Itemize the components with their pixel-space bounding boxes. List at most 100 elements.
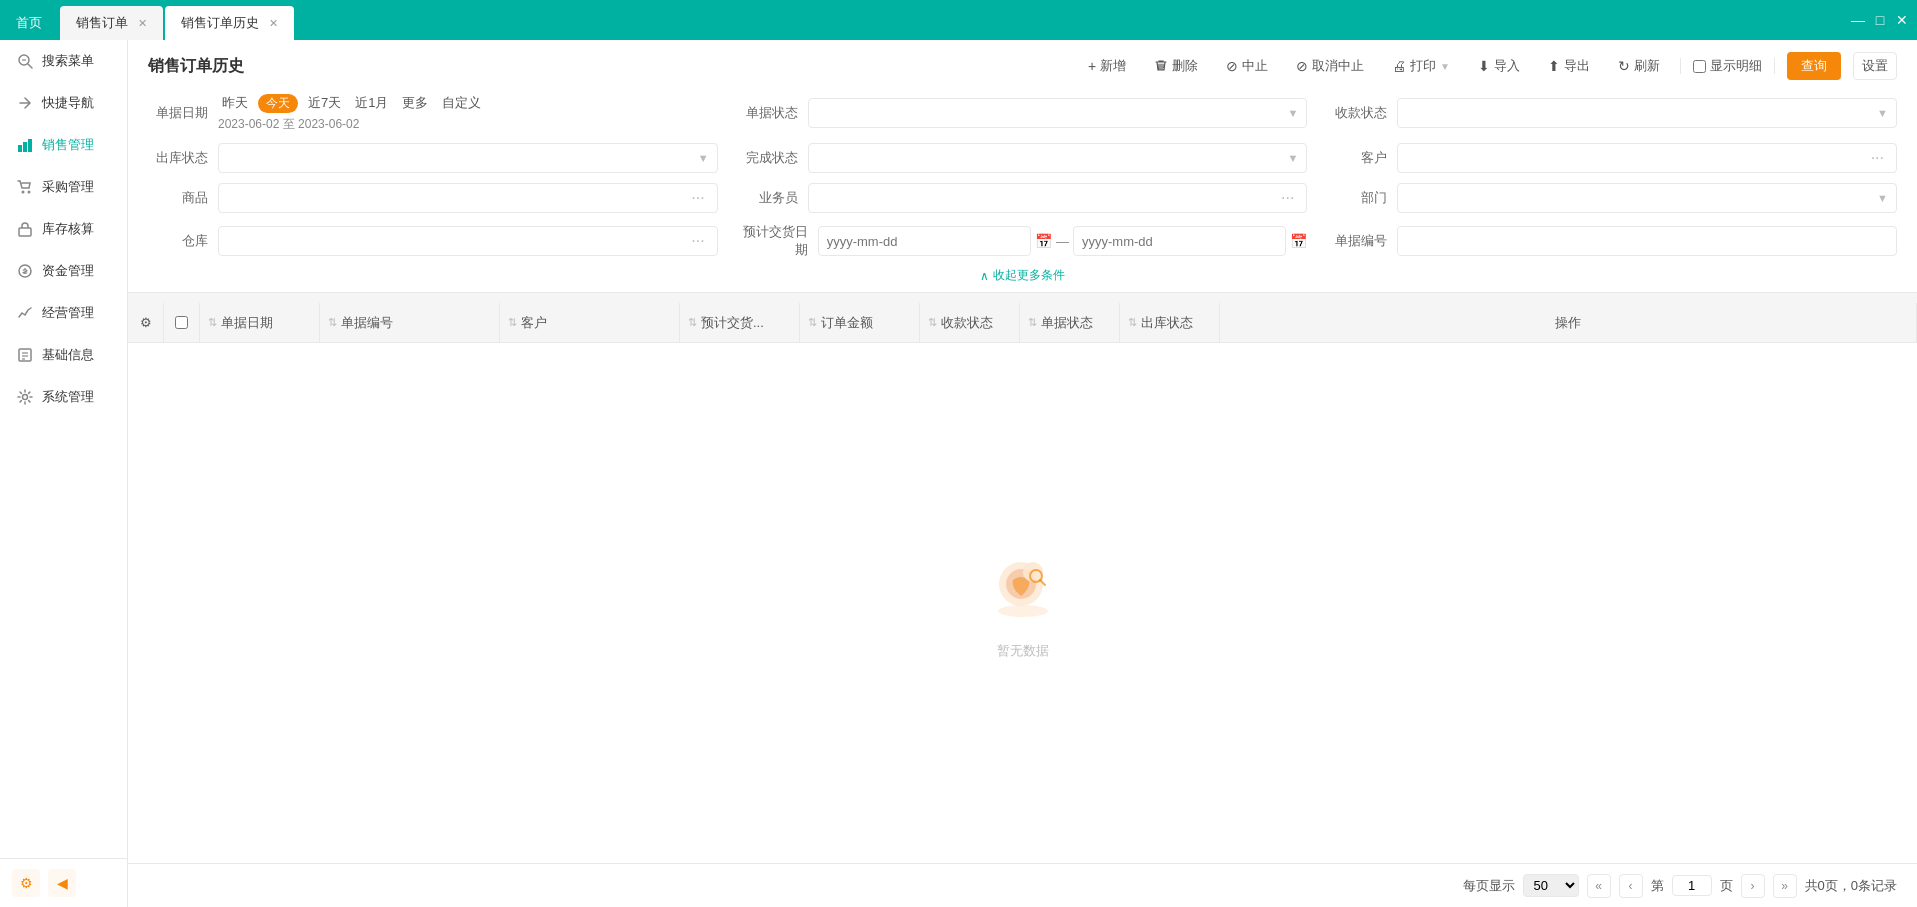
prev-page-btn[interactable]: ‹ bbox=[1619, 874, 1643, 898]
maximize-btn[interactable]: □ bbox=[1873, 13, 1887, 27]
page-header: 销售订单历史 + 新增 删除 ⊘ 中止 bbox=[128, 40, 1917, 293]
sidebar-item-basic-info[interactable]: 基础信息 bbox=[0, 334, 127, 376]
sidebar-label-finance: 资金管理 bbox=[42, 262, 94, 280]
first-page-btn[interactable]: « bbox=[1587, 874, 1611, 898]
filter-out-status-control[interactable]: ▼ bbox=[218, 143, 718, 173]
sort-icon-cust: ⇅ bbox=[508, 316, 517, 329]
sidebar-item-search-menu[interactable]: 搜索菜单 bbox=[0, 40, 127, 82]
collapse-row[interactable]: ∧ 收起更多条件 bbox=[148, 263, 1897, 292]
svg-point-9 bbox=[19, 265, 31, 277]
th-pay-status[interactable]: ⇅ 收款状态 bbox=[920, 303, 1020, 342]
delivery-date-start-input[interactable] bbox=[818, 226, 1031, 256]
th-out-status[interactable]: ⇅ 出库状态 bbox=[1120, 303, 1220, 342]
th-amount[interactable]: ⇅ 订单金额 bbox=[800, 303, 920, 342]
filter-pay-status-control[interactable]: ▼ bbox=[1397, 98, 1897, 128]
filter-order-num-control[interactable] bbox=[1397, 226, 1897, 256]
sidebar-settings-btn[interactable]: ⚙ bbox=[12, 869, 40, 897]
date-opt-1month[interactable]: 近1月 bbox=[351, 92, 392, 114]
filter-out-status-arrow-icon: ▼ bbox=[698, 152, 709, 164]
toolbar-cancel-stop-btn[interactable]: ⊘ 取消中止 bbox=[1288, 53, 1372, 79]
sidebar-label-sales-mgmt: 销售管理 bbox=[42, 136, 94, 154]
filter-row-1: 单据日期 昨天 今天 近7天 近1月 更多 自定义 2023-06-02 至 2… bbox=[148, 92, 1897, 133]
sidebar-collapse-btn[interactable]: ◀ bbox=[48, 869, 76, 897]
last-page-btn[interactable]: » bbox=[1773, 874, 1797, 898]
filter-warehouse-label: 仓库 bbox=[148, 232, 218, 250]
toolbar-delete-btn[interactable]: 删除 bbox=[1146, 53, 1206, 79]
filter-completion-control[interactable]: ▼ bbox=[808, 143, 1308, 173]
date-opt-today[interactable]: 今天 bbox=[258, 94, 298, 113]
show-details-checkbox[interactable] bbox=[1693, 60, 1706, 73]
sys-admin-icon bbox=[16, 388, 34, 406]
toolbar-print-btn[interactable]: 🖨 打印 ▼ bbox=[1384, 53, 1458, 79]
tab-sales-order-history-close[interactable]: ✕ bbox=[269, 17, 278, 30]
purchase-mgmt-icon bbox=[16, 178, 34, 196]
filter-row-2: 出库状态 ▼ 完成状态 ▼ 客户 bbox=[148, 143, 1897, 173]
sidebar-item-purchase-mgmt[interactable]: 采购管理 bbox=[0, 166, 127, 208]
tab-home[interactable]: 首页 bbox=[0, 6, 58, 40]
next-page-btn[interactable]: › bbox=[1741, 874, 1765, 898]
th-checkbox[interactable] bbox=[164, 303, 200, 342]
date-opt-7days[interactable]: 近7天 bbox=[304, 92, 345, 114]
toolbar-refresh-btn[interactable]: ↻ 刷新 bbox=[1610, 53, 1668, 79]
toolbar-export-btn[interactable]: ⬆ 导出 bbox=[1540, 53, 1598, 79]
filter-sales-rep-label: 业务员 bbox=[738, 189, 808, 207]
calendar-end-icon[interactable]: 📅 bbox=[1290, 233, 1307, 249]
table-footer: 每页显示 50 10 20 100 « ‹ 第 页 › bbox=[128, 863, 1917, 907]
page-title: 销售订单历史 bbox=[148, 56, 1080, 77]
settings-btn[interactable]: 设置 bbox=[1853, 52, 1897, 80]
th-customer[interactable]: ⇅ 客户 bbox=[500, 303, 680, 342]
filter-customer-control[interactable]: ··· bbox=[1397, 143, 1897, 173]
filter-group-delivery-date: 预计交货日期 📅 — 📅 bbox=[738, 223, 1308, 259]
filter-order-status-arrow-icon: ▼ bbox=[1287, 107, 1298, 119]
tab-sales-order-close[interactable]: ✕ bbox=[138, 17, 147, 30]
th-operation: 操作 bbox=[1220, 303, 1917, 342]
toolbar-import-btn[interactable]: ⬇ 导入 bbox=[1470, 53, 1528, 79]
sidebar-item-inventory[interactable]: 库存核算 bbox=[0, 208, 127, 250]
toolbar-add-btn[interactable]: + 新增 bbox=[1080, 53, 1134, 79]
show-details-checkbox-label[interactable]: 显示明细 bbox=[1693, 57, 1762, 75]
page-number-input[interactable] bbox=[1672, 875, 1712, 896]
filter-sales-rep-control[interactable]: ··· bbox=[808, 183, 1308, 213]
close-btn[interactable]: ✕ bbox=[1895, 13, 1909, 27]
delete-icon bbox=[1154, 58, 1168, 75]
page-size-select[interactable]: 50 10 20 100 bbox=[1523, 874, 1579, 897]
next-page-icon: › bbox=[1751, 879, 1755, 893]
filter-order-status-control[interactable]: ▼ bbox=[808, 98, 1308, 128]
th-delivery[interactable]: ⇅ 预计交货... bbox=[680, 303, 800, 342]
th-number[interactable]: ⇅ 单据编号 bbox=[320, 303, 500, 342]
tab-sales-order[interactable]: 销售订单 ✕ bbox=[60, 6, 163, 40]
date-opt-yesterday[interactable]: 昨天 bbox=[218, 92, 252, 114]
sidebar-label-inventory: 库存核算 bbox=[42, 220, 94, 238]
filter-group-product: 商品 ··· bbox=[148, 183, 718, 213]
sidebar-label-sys-admin: 系统管理 bbox=[42, 388, 94, 406]
query-btn[interactable]: 查询 bbox=[1787, 52, 1841, 80]
filter-group-order-status: 单据状态 ▼ bbox=[738, 92, 1308, 133]
delivery-date-end-input[interactable] bbox=[1073, 226, 1286, 256]
th-settings[interactable]: ⚙ bbox=[128, 303, 164, 342]
basic-info-icon bbox=[16, 346, 34, 364]
date-opt-more[interactable]: 更多 bbox=[398, 92, 432, 114]
filter-department-control[interactable]: ▼ bbox=[1397, 183, 1897, 213]
sidebar-item-sys-admin[interactable]: 系统管理 bbox=[0, 376, 127, 418]
toolbar: + 新增 删除 ⊘ 中止 ⊘ 取消中止 bbox=[1080, 52, 1897, 80]
sidebar-item-finance[interactable]: 资金管理 bbox=[0, 250, 127, 292]
calendar-start-icon[interactable]: 📅 bbox=[1035, 233, 1052, 249]
tab-sales-order-history[interactable]: 销售订单历史 ✕ bbox=[165, 6, 294, 40]
sidebar-item-sales-mgmt[interactable]: 销售管理 bbox=[0, 124, 127, 166]
date-range-text: 2023-06-02 至 2023-06-02 bbox=[218, 116, 718, 133]
sidebar-item-operations[interactable]: 经营管理 bbox=[0, 292, 127, 334]
select-all-checkbox[interactable] bbox=[175, 316, 188, 329]
date-opt-custom[interactable]: 自定义 bbox=[438, 92, 485, 114]
filter-product-control[interactable]: ··· bbox=[218, 183, 718, 213]
minimize-btn[interactable]: — bbox=[1851, 13, 1865, 27]
filter-warehouse-control[interactable]: ··· bbox=[218, 226, 718, 256]
toolbar-separator2 bbox=[1774, 58, 1775, 74]
sidebar-item-quick-nav[interactable]: 快捷导航 bbox=[0, 82, 127, 124]
page-label: 页 bbox=[1720, 877, 1733, 895]
th-order-status[interactable]: ⇅ 单据状态 bbox=[1020, 303, 1120, 342]
svg-point-14 bbox=[23, 395, 28, 400]
th-settings-icon: ⚙ bbox=[140, 315, 152, 330]
toolbar-stop-btn[interactable]: ⊘ 中止 bbox=[1218, 53, 1276, 79]
th-date[interactable]: ⇅ 单据日期 bbox=[200, 303, 320, 342]
svg-rect-4 bbox=[23, 142, 27, 152]
